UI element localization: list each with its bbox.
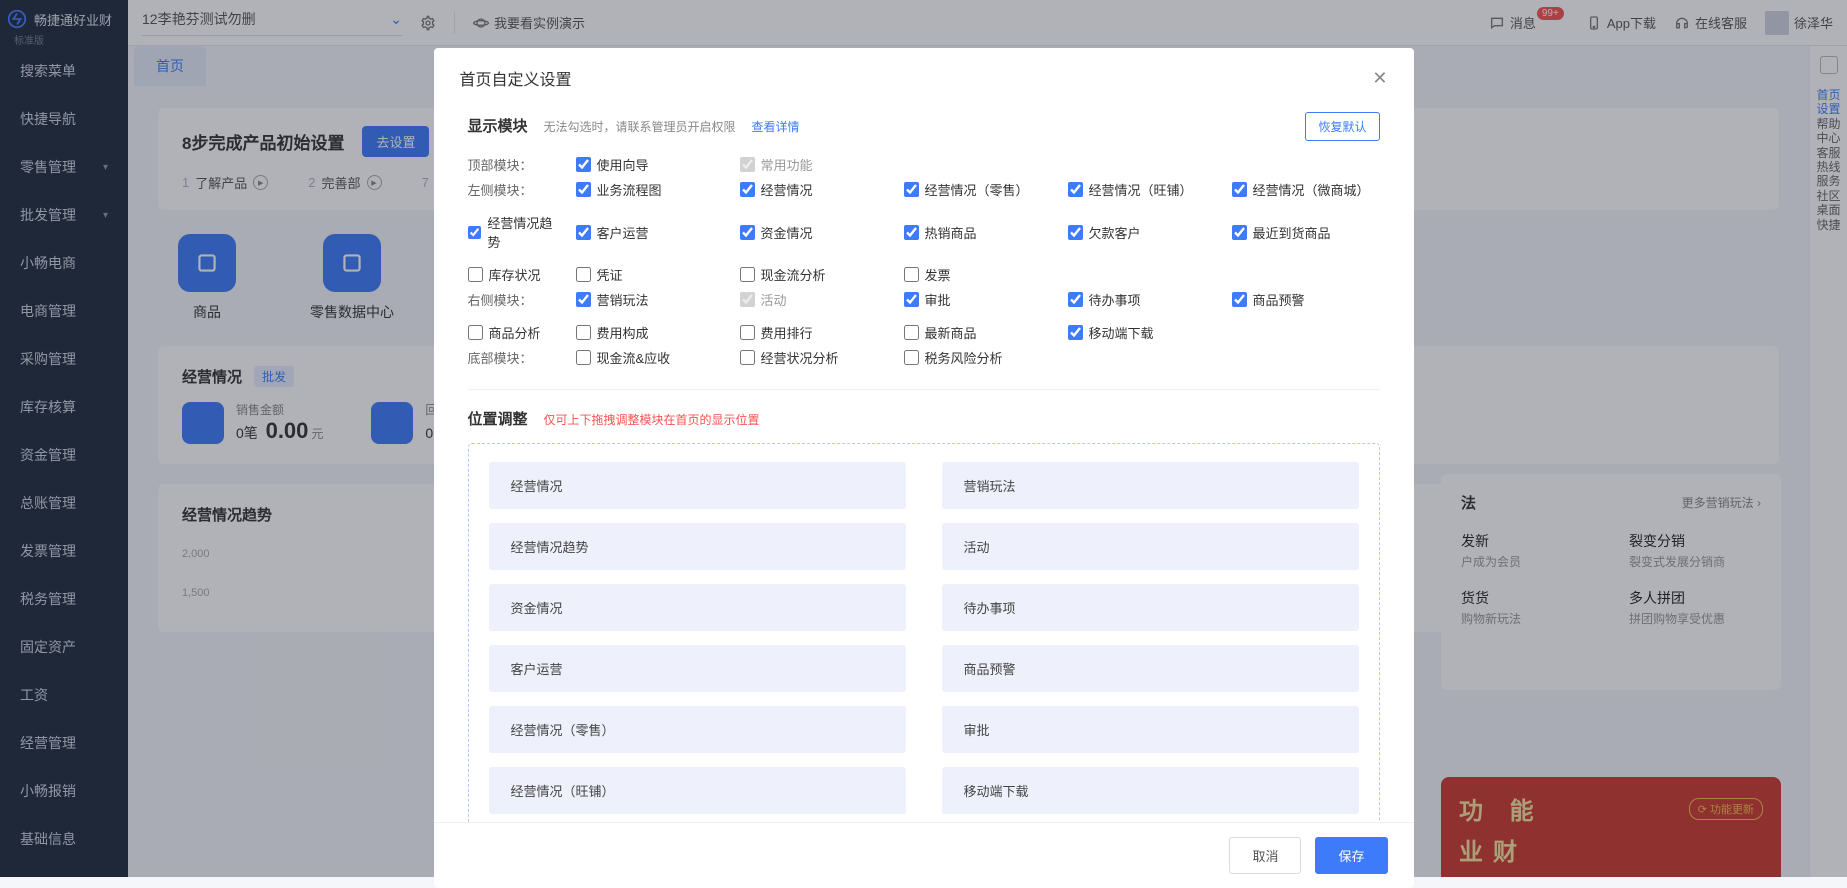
- module-checkbox[interactable]: 待办事项: [1068, 290, 1216, 309]
- checkbox-input[interactable]: [904, 225, 919, 240]
- section-position: 位置调整: [468, 408, 528, 429]
- modal-overlay: 首页自定义设置 ✕ 显示模块 无法勾选时，请联系管理员开启权限 查看详情 恢复默…: [0, 0, 1847, 877]
- checkbox-input[interactable]: [576, 325, 591, 340]
- checkbox-input[interactable]: [576, 182, 591, 197]
- cancel-button[interactable]: 取消: [1229, 837, 1301, 874]
- module-checkbox[interactable]: 经营情况（微商城）: [1232, 180, 1380, 199]
- close-icon[interactable]: ✕: [1372, 68, 1387, 89]
- module-checkbox[interactable]: 业务流程图: [576, 180, 724, 199]
- drag-module[interactable]: 客户运营: [489, 645, 906, 692]
- checkbox-input[interactable]: [468, 267, 483, 282]
- module-checkbox[interactable]: 经营情况: [740, 180, 888, 199]
- drag-module[interactable]: 活动: [942, 523, 1359, 570]
- position-hint: 仅可上下拖拽调整模块在首页的显示位置: [544, 411, 760, 428]
- modal-title: 首页自定义设置: [460, 66, 572, 90]
- checkbox-input[interactable]: [740, 267, 755, 282]
- checkbox-input[interactable]: [740, 292, 755, 307]
- checkbox-input[interactable]: [576, 225, 591, 240]
- checkbox-input[interactable]: [904, 292, 919, 307]
- row-label: 左侧模块：: [468, 180, 560, 199]
- drag-module[interactable]: 经营情况: [489, 462, 906, 509]
- module-checkbox[interactable]: 使用向导: [576, 155, 724, 174]
- checkbox-input[interactable]: [904, 350, 919, 365]
- modal-header: 首页自定义设置 ✕: [434, 48, 1414, 108]
- row-label: 右侧模块：: [468, 290, 560, 309]
- module-checkbox[interactable]: 经营情况（旺铺）: [1068, 180, 1216, 199]
- module-checkbox[interactable]: 最近到货商品: [1232, 223, 1380, 242]
- checkbox-input[interactable]: [576, 267, 591, 282]
- drag-module[interactable]: 资金情况: [489, 584, 906, 631]
- module-checkbox[interactable]: 审批: [904, 290, 1052, 309]
- show-modules-detail-link[interactable]: 查看详情: [752, 118, 800, 135]
- module-checkbox[interactable]: 凭证: [576, 265, 724, 284]
- module-checkbox[interactable]: 最新商品: [904, 323, 1052, 342]
- module-checkbox[interactable]: 客户运营: [576, 223, 724, 242]
- drag-module[interactable]: 待办事项: [942, 584, 1359, 631]
- checkbox-input[interactable]: [1068, 182, 1083, 197]
- module-checkbox[interactable]: 经营情况（零售）: [904, 180, 1052, 199]
- drag-module[interactable]: 经营情况（旺铺）: [489, 767, 906, 814]
- drag-module[interactable]: 营销玩法: [942, 462, 1359, 509]
- checkbox-input[interactable]: [576, 292, 591, 307]
- module-checkbox[interactable]: 热销商品: [904, 223, 1052, 242]
- checkbox-input[interactable]: [576, 157, 591, 172]
- checkbox-input[interactable]: [740, 350, 755, 365]
- module-checkbox[interactable]: 现金流分析: [740, 265, 888, 284]
- drag-module[interactable]: 经营情况（零售）: [489, 706, 906, 753]
- module-checkbox[interactable]: 营销玩法: [576, 290, 724, 309]
- checkbox-input[interactable]: [740, 157, 755, 172]
- checkbox-input[interactable]: [904, 325, 919, 340]
- drag-module[interactable]: 移动端下载: [942, 767, 1359, 814]
- module-checkbox[interactable]: 移动端下载: [1068, 323, 1216, 342]
- checkbox-input[interactable]: [740, 225, 755, 240]
- row-label: 顶部模块：: [468, 155, 560, 174]
- position-drag-area: 经营情况经营情况趋势资金情况客户运营经营情况（零售） 经营情况（旺铺） 营销玩法活…: [468, 443, 1380, 822]
- restore-default-button[interactable]: 恢复默认: [1305, 112, 1379, 141]
- row-label: 底部模块：: [468, 348, 560, 367]
- checkbox-input[interactable]: [1068, 225, 1083, 240]
- module-checkbox[interactable]: 费用构成: [576, 323, 724, 342]
- module-checkbox[interactable]: 资金情况: [740, 223, 888, 242]
- module-checkbox[interactable]: 库存状况: [468, 265, 560, 284]
- drag-module[interactable]: 审批: [942, 706, 1359, 753]
- checkbox-input[interactable]: [740, 325, 755, 340]
- module-checkbox[interactable]: 经营情况趋势: [468, 213, 560, 251]
- checkbox-input[interactable]: [904, 182, 919, 197]
- module-checkbox[interactable]: 欠款客户: [1068, 223, 1216, 242]
- save-button[interactable]: 保存: [1315, 837, 1387, 874]
- module-checkbox[interactable]: 现金流&应收: [576, 348, 724, 367]
- module-checkbox[interactable]: 活动: [740, 290, 888, 309]
- module-checkbox[interactable]: 经营状况分析: [740, 348, 888, 367]
- checkbox-input[interactable]: [1068, 292, 1083, 307]
- section-show-modules: 显示模块: [468, 115, 528, 136]
- checkbox-input[interactable]: [576, 350, 591, 365]
- checkbox-input[interactable]: [468, 225, 482, 240]
- home-customize-modal: 首页自定义设置 ✕ 显示模块 无法勾选时，请联系管理员开启权限 查看详情 恢复默…: [434, 48, 1414, 888]
- checkbox-input[interactable]: [740, 182, 755, 197]
- module-checkbox[interactable]: 常用功能: [740, 155, 888, 174]
- drag-module[interactable]: 经营情况趋势: [489, 523, 906, 570]
- checkbox-input[interactable]: [1232, 292, 1247, 307]
- checkbox-input[interactable]: [1068, 325, 1083, 340]
- checkbox-input[interactable]: [468, 325, 483, 340]
- module-checkbox[interactable]: 税务风险分析: [904, 348, 1052, 367]
- modal-footer: 取消 保存: [434, 822, 1414, 888]
- checkbox-input[interactable]: [904, 267, 919, 282]
- module-checkbox[interactable]: 商品预警: [1232, 290, 1380, 309]
- drag-module[interactable]: 商品预警: [942, 645, 1359, 692]
- module-checkbox[interactable]: 商品分析: [468, 323, 560, 342]
- show-modules-hint: 无法勾选时，请联系管理员开启权限: [544, 118, 736, 135]
- checkbox-input[interactable]: [1232, 225, 1247, 240]
- checkbox-input[interactable]: [1232, 182, 1247, 197]
- module-checkbox[interactable]: 发票: [904, 265, 1052, 284]
- module-checkbox[interactable]: 费用排行: [740, 323, 888, 342]
